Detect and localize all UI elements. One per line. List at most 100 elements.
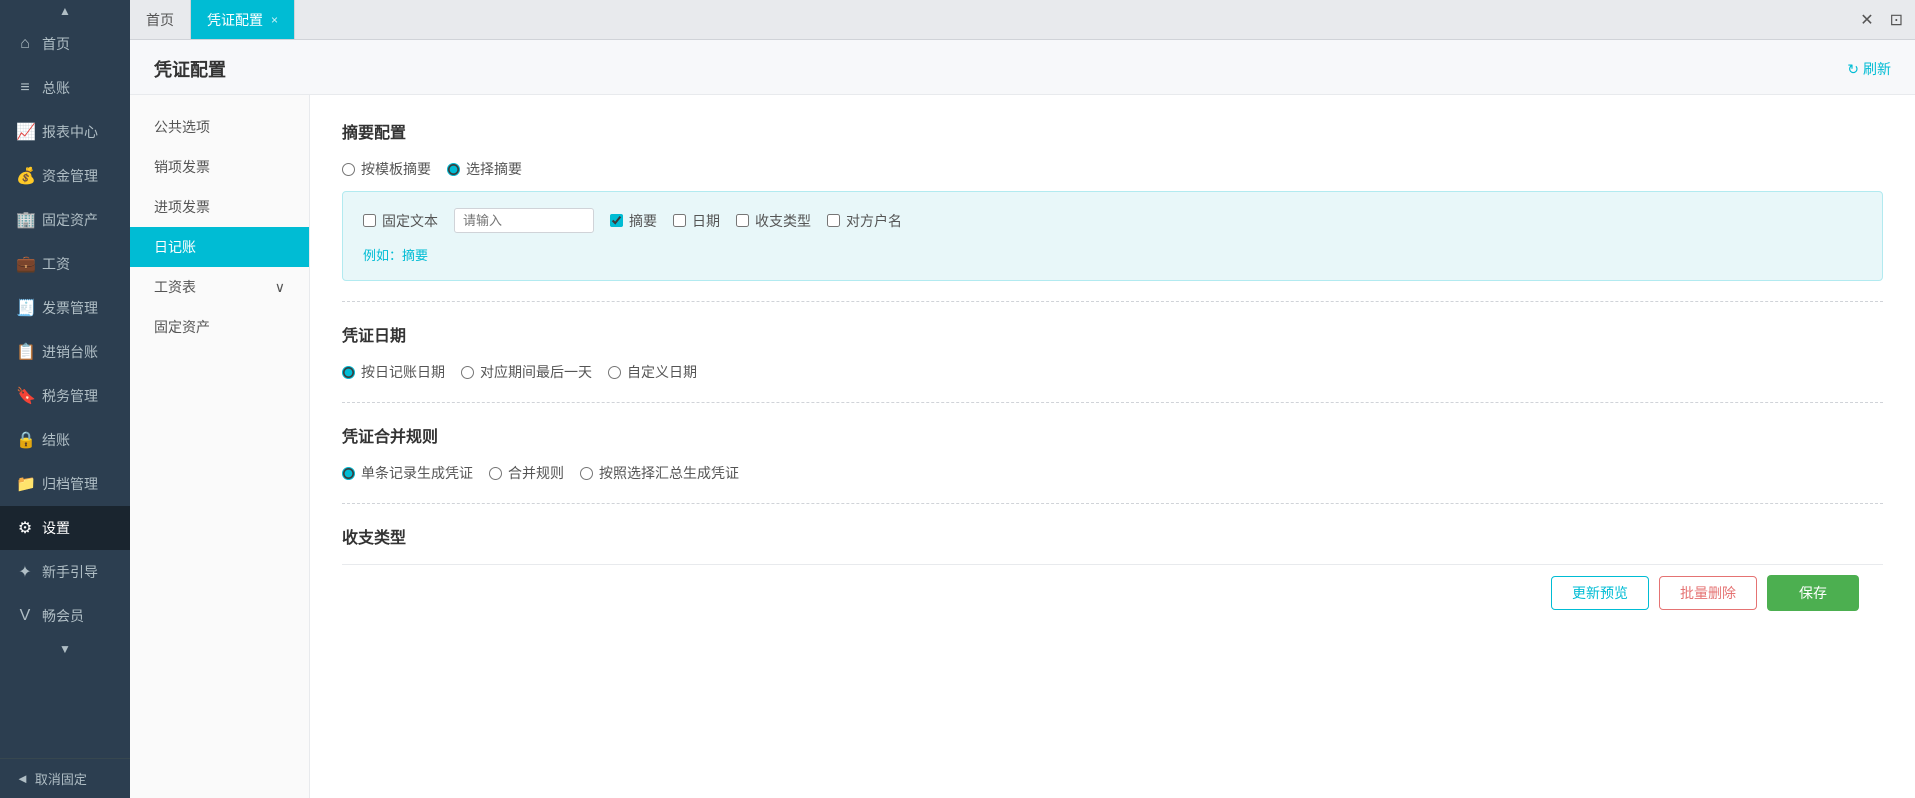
checkbox-date-input[interactable] bbox=[673, 214, 686, 227]
radio-select-summary[interactable]: 选择摘要 bbox=[447, 159, 522, 179]
radio-merge-rule-input[interactable] bbox=[489, 467, 502, 480]
sidebar-item-home[interactable]: ⌂ 首页 bbox=[0, 22, 130, 66]
radio-select-merge-label: 按照选择汇总生成凭证 bbox=[599, 463, 739, 483]
radio-select-merge-input[interactable] bbox=[580, 467, 593, 480]
checkbox-counterparty[interactable]: 对方户名 bbox=[827, 211, 902, 231]
member-icon: V bbox=[16, 607, 34, 625]
left-nav-fixed-assets[interactable]: 固定资产 bbox=[130, 307, 309, 347]
radio-merge-rule[interactable]: 合并规则 bbox=[489, 463, 564, 483]
tab-home[interactable]: 首页 bbox=[130, 0, 191, 39]
refresh-button[interactable]: ↻ 刷新 bbox=[1847, 59, 1891, 79]
radio-period-last-day-input[interactable] bbox=[461, 366, 474, 379]
checkbox-counterparty-input[interactable] bbox=[827, 214, 840, 227]
sidebar-item-settings[interactable]: ⚙ 设置 bbox=[0, 506, 130, 550]
expand-icon: ∨ bbox=[275, 279, 285, 296]
checkbox-summary[interactable]: 摘要 bbox=[610, 211, 657, 231]
radio-custom-date-input[interactable] bbox=[608, 366, 621, 379]
radio-period-last-day[interactable]: 对应期间最后一天 bbox=[461, 362, 592, 382]
sidebar-item-ledger[interactable]: ≡ 总账 bbox=[0, 66, 130, 110]
sidebar-item-label: 新手引导 bbox=[42, 562, 98, 582]
radio-template-summary-input[interactable] bbox=[342, 163, 355, 176]
radio-template-summary[interactable]: 按模板摘要 bbox=[342, 159, 431, 179]
checkbox-fixed-text-label: 固定文本 bbox=[382, 211, 438, 231]
refresh-label: 刷新 bbox=[1863, 59, 1891, 79]
left-nav: 公共选项 销项发票 进项发票 日记账 工资表 ∨ 固定资产 bbox=[130, 95, 310, 798]
sidebar-item-funds[interactable]: 💰 资金管理 bbox=[0, 154, 130, 198]
ledger-icon: ≡ bbox=[16, 79, 34, 97]
radio-merge-rule-label: 合并规则 bbox=[508, 463, 564, 483]
unpin-icon: ◄ bbox=[16, 771, 29, 786]
sidebar-item-purchase-sales[interactable]: 📋 进销台账 bbox=[0, 330, 130, 374]
left-nav-label: 公共选项 bbox=[154, 117, 210, 137]
radio-single-record[interactable]: 单条记录生成凭证 bbox=[342, 463, 473, 483]
sidebar-item-label: 报表中心 bbox=[42, 122, 98, 142]
sidebar-item-label: 工资 bbox=[42, 254, 70, 274]
radio-journal-date-input[interactable] bbox=[342, 366, 355, 379]
summary-config-title: 摘要配置 bbox=[342, 119, 1883, 143]
radio-select-summary-input[interactable] bbox=[447, 163, 460, 176]
tab-label: 首页 bbox=[146, 10, 174, 30]
checkbox-fixed-text[interactable]: 固定文本 bbox=[363, 211, 438, 231]
sidebar-unpin[interactable]: ◄ 取消固定 bbox=[0, 758, 130, 798]
window-restore-button[interactable]: ⊡ bbox=[1886, 6, 1907, 34]
sidebar-scroll-up[interactable]: ▲ bbox=[0, 0, 130, 22]
radio-custom-date-label: 自定义日期 bbox=[627, 362, 697, 382]
checkbox-date[interactable]: 日期 bbox=[673, 211, 720, 231]
tab-label: 凭证配置 bbox=[207, 10, 263, 30]
sidebar-item-label: 设置 bbox=[42, 518, 70, 538]
left-nav-public[interactable]: 公共选项 bbox=[130, 107, 309, 147]
radio-select-label: 选择摘要 bbox=[466, 159, 522, 179]
sidebar-item-guide[interactable]: ✦ 新手引导 bbox=[0, 550, 130, 594]
sidebar-item-invoice-mgmt[interactable]: 🧾 发票管理 bbox=[0, 286, 130, 330]
archive-icon: 📁 bbox=[16, 474, 34, 494]
sidebar-item-close[interactable]: 🔒 结账 bbox=[0, 418, 130, 462]
left-nav-journal[interactable]: 日记账 bbox=[130, 227, 309, 267]
tax-icon: 🔖 bbox=[16, 386, 34, 406]
checkbox-payment-type[interactable]: 收支类型 bbox=[736, 211, 811, 231]
radio-select-merge[interactable]: 按照选择汇总生成凭证 bbox=[580, 463, 739, 483]
sidebar-item-label: 畅会员 bbox=[42, 606, 84, 626]
sidebar-item-label: 资金管理 bbox=[42, 166, 98, 186]
tab-actions: ✕ ⊡ bbox=[1856, 6, 1915, 34]
left-nav-sales-invoice[interactable]: 销项发票 bbox=[130, 147, 309, 187]
sidebar-item-label: 税务管理 bbox=[42, 386, 98, 406]
update-preview-button[interactable]: 更新预览 bbox=[1551, 576, 1649, 610]
tab-bar: 首页 凭证配置 × ✕ ⊡ bbox=[130, 0, 1915, 40]
sidebar-item-archive[interactable]: 📁 归档管理 bbox=[0, 462, 130, 506]
save-button[interactable]: 保存 bbox=[1767, 575, 1859, 611]
tab-close-button[interactable]: × bbox=[271, 13, 278, 27]
sidebar-item-payroll[interactable]: 💼 工资 bbox=[0, 242, 130, 286]
content-area: 公共选项 销项发票 进项发票 日记账 工资表 ∨ 固定资产 bbox=[130, 95, 1915, 798]
batch-delete-label: 批量删除 bbox=[1680, 585, 1736, 601]
sidebar-item-label: 总账 bbox=[42, 78, 70, 98]
radio-journal-date[interactable]: 按日记账日期 bbox=[342, 362, 445, 382]
summary-radio-group: 按模板摘要 选择摘要 bbox=[342, 159, 1883, 179]
left-nav-payroll-table[interactable]: 工资表 ∨ bbox=[130, 267, 309, 307]
tab-voucher-config[interactable]: 凭证配置 × bbox=[191, 0, 295, 39]
left-nav-label: 日记账 bbox=[154, 237, 196, 257]
sidebar: ▲ ⌂ 首页 ≡ 总账 📈 报表中心 💰 资金管理 🏢 固定资产 💼 工资 🧾 … bbox=[0, 0, 130, 798]
left-nav-purchase-invoice[interactable]: 进项发票 bbox=[130, 187, 309, 227]
merge-rules-section: 凭证合并规则 单条记录生成凭证 合并规则 按照选择汇总生成凭证 bbox=[342, 423, 1883, 483]
voucher-date-title: 凭证日期 bbox=[342, 322, 1883, 346]
radio-single-record-input[interactable] bbox=[342, 467, 355, 480]
sidebar-scroll-down[interactable]: ▼ bbox=[0, 638, 130, 660]
sidebar-item-member[interactable]: V 畅会员 bbox=[0, 594, 130, 638]
save-label: 保存 bbox=[1799, 585, 1827, 601]
sidebar-item-label: 归档管理 bbox=[42, 474, 98, 494]
purchase-sales-icon: 📋 bbox=[16, 342, 34, 362]
sidebar-item-reports[interactable]: 📈 报表中心 bbox=[0, 110, 130, 154]
fixed-text-input[interactable] bbox=[454, 208, 594, 233]
radio-period-last-day-label: 对应期间最后一天 bbox=[480, 362, 592, 382]
batch-delete-button[interactable]: 批量删除 bbox=[1659, 576, 1757, 610]
checkbox-fixed-text-input[interactable] bbox=[363, 214, 376, 227]
page-header: 凭证配置 ↻ 刷新 bbox=[130, 40, 1915, 95]
sidebar-item-assets[interactable]: 🏢 固定资产 bbox=[0, 198, 130, 242]
radio-journal-date-label: 按日记账日期 bbox=[361, 362, 445, 382]
sidebar-item-tax[interactable]: 🔖 税务管理 bbox=[0, 374, 130, 418]
close-account-icon: 🔒 bbox=[16, 430, 34, 450]
radio-custom-date[interactable]: 自定义日期 bbox=[608, 362, 697, 382]
window-close-button[interactable]: ✕ bbox=[1856, 6, 1877, 34]
checkbox-payment-type-input[interactable] bbox=[736, 214, 749, 227]
checkbox-summary-input[interactable] bbox=[610, 214, 623, 227]
